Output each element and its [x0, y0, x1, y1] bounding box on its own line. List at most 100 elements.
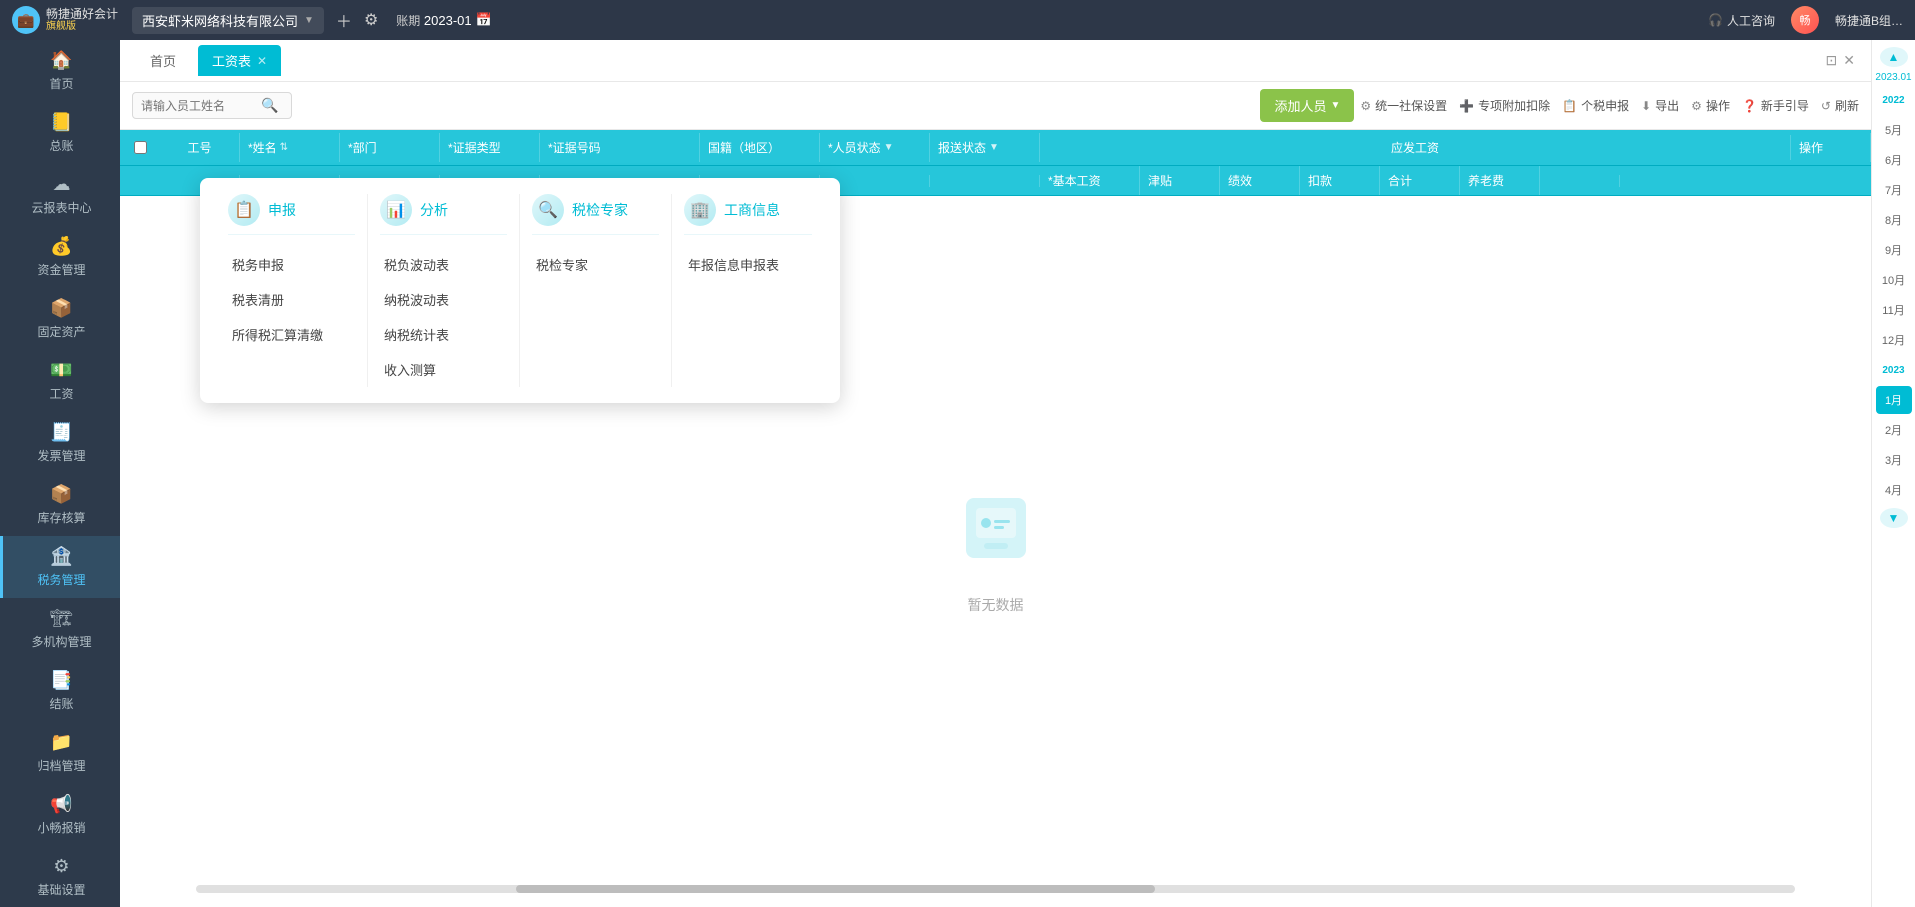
cal-2023-02[interactable]: 2月: [1876, 416, 1912, 444]
cal-2022-09[interactable]: 9月: [1876, 236, 1912, 264]
sidebar-item-归档管理[interactable]: 📁 归档管理: [0, 722, 120, 784]
filter-status-icon[interactable]: ▼: [884, 142, 894, 153]
toolbar-action-icon-2: 📋: [1562, 99, 1577, 113]
close-button[interactable]: ✕: [1843, 52, 1855, 69]
sidebar-label: 税务管理: [37, 571, 85, 588]
sidebar-item-首页[interactable]: 🏠 首页: [0, 40, 120, 102]
cal-2022-06[interactable]: 6月: [1876, 146, 1912, 174]
th-salary-group: 应发工资: [1040, 135, 1791, 160]
empty-icon: [956, 488, 1036, 583]
cal-nav-down[interactable]: ▼: [1880, 508, 1908, 528]
menu-item-1-0[interactable]: 税负波动表: [380, 247, 507, 282]
sidebar-label: 固定资产: [37, 323, 85, 340]
th-cert-no: *证据号码: [540, 133, 700, 162]
cal-2023-03[interactable]: 3月: [1876, 446, 1912, 474]
add-person-button[interactable]: 添加人员 ▼: [1260, 89, 1354, 122]
empty-state: 暂无数据: [956, 488, 1036, 615]
sidebar-label: 云报表中心: [31, 199, 91, 216]
toolbar-action-0[interactable]: ⚙ 统一社保设置: [1360, 97, 1447, 114]
sidebar-item-工资[interactable]: 💵 工资: [0, 350, 120, 412]
company-selector[interactable]: 西安虾米网络科技有限公司 ▼: [132, 7, 324, 34]
toolbar-action-1[interactable]: ➕ 专项附加扣除: [1459, 97, 1550, 114]
th-id: 工号: [160, 133, 240, 162]
service-button[interactable]: 🎧 人工咨询: [1708, 12, 1775, 29]
toolbar-action-2[interactable]: 📋 个税申报: [1562, 97, 1629, 114]
toolbar-action-icon-5: ❓: [1742, 99, 1757, 113]
sidebar-item-总账[interactable]: 📒 总账: [0, 102, 120, 164]
sidebar-item-税务管理[interactable]: 🏦 税务管理: [0, 536, 120, 598]
tab-home[interactable]: 首页: [136, 45, 190, 76]
company-dropdown-icon: ▼: [304, 15, 314, 26]
cal-current-period: 2023.01: [1875, 70, 1911, 85]
cal-2022-10[interactable]: 10月: [1876, 266, 1912, 294]
th-cert-type: *证据类型: [440, 133, 540, 162]
menu-item-1-3[interactable]: 收入测算: [380, 352, 507, 387]
toolbar-actions: ⚙ 统一社保设置 ➕ 专项附加扣除 📋 个税申报 ⬇ 导出 ⚙ 操作 ❓ 新手引…: [1360, 97, 1859, 114]
cal-2022-05[interactable]: 5月: [1876, 116, 1912, 144]
toolbar-action-label-2: 个税申报: [1581, 97, 1629, 114]
calendar-icon[interactable]: 📅: [476, 12, 492, 28]
cal-2023-04[interactable]: 4月: [1876, 476, 1912, 504]
menu-item-0-1[interactable]: 税表清册: [228, 282, 355, 317]
toolbar-action-6[interactable]: ↺ 刷新: [1821, 97, 1859, 114]
tab-salary[interactable]: 工资表 ✕: [198, 45, 281, 76]
settings-icon[interactable]: ⚙: [364, 10, 378, 30]
tab-salary-label: 工资表: [212, 51, 251, 70]
search-input[interactable]: [141, 99, 261, 113]
sort-name-icon[interactable]: ⇅: [280, 142, 288, 153]
sidebar-item-发票管理[interactable]: 🧾 发票管理: [0, 412, 120, 474]
toolbar-action-label-3: 导出: [1655, 97, 1679, 114]
add-dropdown-icon: ▼: [1330, 100, 1340, 111]
menu-item-0-2[interactable]: 所得税汇算清缴: [228, 317, 355, 352]
user-avatar: 畅: [1791, 6, 1819, 34]
cal-2022-07[interactable]: 7月: [1876, 176, 1912, 204]
filter-report-icon[interactable]: ▼: [989, 142, 999, 153]
tab-salary-close[interactable]: ✕: [257, 54, 267, 68]
period-label: 账期: [396, 12, 420, 29]
toolbar-action-icon-3: ⬇: [1641, 99, 1651, 113]
sidebar-item-多机构管理[interactable]: 🏗 多机构管理: [0, 598, 120, 660]
sidebar-icon: 📒: [50, 112, 72, 133]
sidebar-item-小畅报销[interactable]: 📢 小畅报销: [0, 784, 120, 846]
cal-2022-08[interactable]: 8月: [1876, 206, 1912, 234]
sidebar-icon: 🏠: [50, 50, 72, 71]
user-name[interactable]: 畅捷通B组…: [1835, 12, 1903, 29]
sidebar-item-云报表中心[interactable]: ☁ 云报表中心: [0, 164, 120, 226]
select-all-checkbox[interactable]: [134, 141, 147, 154]
toolbar-action-4[interactable]: ⚙ 操作: [1691, 97, 1730, 114]
sidebar-item-固定资产[interactable]: 📦 固定资产: [0, 288, 120, 350]
sidebar-icon: 💰: [50, 236, 72, 257]
category-header-3: 🏢 工商信息: [684, 194, 812, 235]
th2-deduct: 扣款: [1300, 166, 1380, 195]
sidebar-item-基础设置[interactable]: ⚙ 基础设置: [0, 846, 120, 907]
menu-item-1-2[interactable]: 纳税统计表: [380, 317, 507, 352]
search-icon[interactable]: 🔍: [261, 97, 278, 114]
cal-2022-11[interactable]: 11月: [1876, 296, 1912, 324]
scroll-bar[interactable]: [196, 885, 1795, 893]
sidebar: 🏠 首页 📒 总账 ☁ 云报表中心 💰 资金管理 📦 固定资产 💵 工资 🧾 发…: [0, 40, 120, 907]
menu-item-0-0[interactable]: 税务申报: [228, 247, 355, 282]
menu-item-1-1[interactable]: 纳税波动表: [380, 282, 507, 317]
restore-button[interactable]: ⊡: [1826, 52, 1838, 69]
menu-item-3-0[interactable]: 年报信息申报表: [684, 247, 812, 282]
category-icon-2: 🔍: [532, 194, 564, 226]
tab-home-label: 首页: [150, 51, 176, 70]
cal-nav-up[interactable]: ▲: [1880, 47, 1908, 67]
th2-total: 合计: [1380, 166, 1460, 195]
sidebar-item-库存核算[interactable]: 📦 库存核算: [0, 474, 120, 536]
toolbar-action-3[interactable]: ⬇ 导出: [1641, 97, 1679, 114]
sidebar-item-资金管理[interactable]: 💰 资金管理: [0, 226, 120, 288]
add-company-icon[interactable]: ＋: [336, 8, 352, 32]
dropdown-category-3: 🏢 工商信息 年报信息申报表: [672, 194, 824, 387]
th-checkbox[interactable]: [120, 141, 160, 154]
period-value: 2023-01: [424, 13, 472, 28]
dropdown-category-2: 🔍 税检专家 税检专家: [520, 194, 672, 387]
menu-item-2-0[interactable]: 税检专家: [532, 247, 659, 282]
cal-2023-01[interactable]: 1月: [1876, 386, 1912, 414]
th2-report: [930, 175, 1040, 187]
toolbar-action-5[interactable]: ❓ 新手引导: [1742, 97, 1809, 114]
window-controls: ⊡ ✕: [1826, 52, 1855, 69]
cal-2022-12[interactable]: 12月: [1876, 326, 1912, 354]
sidebar-item-结账[interactable]: 📑 结账: [0, 660, 120, 722]
toolbar-action-icon-0: ⚙: [1360, 99, 1371, 113]
